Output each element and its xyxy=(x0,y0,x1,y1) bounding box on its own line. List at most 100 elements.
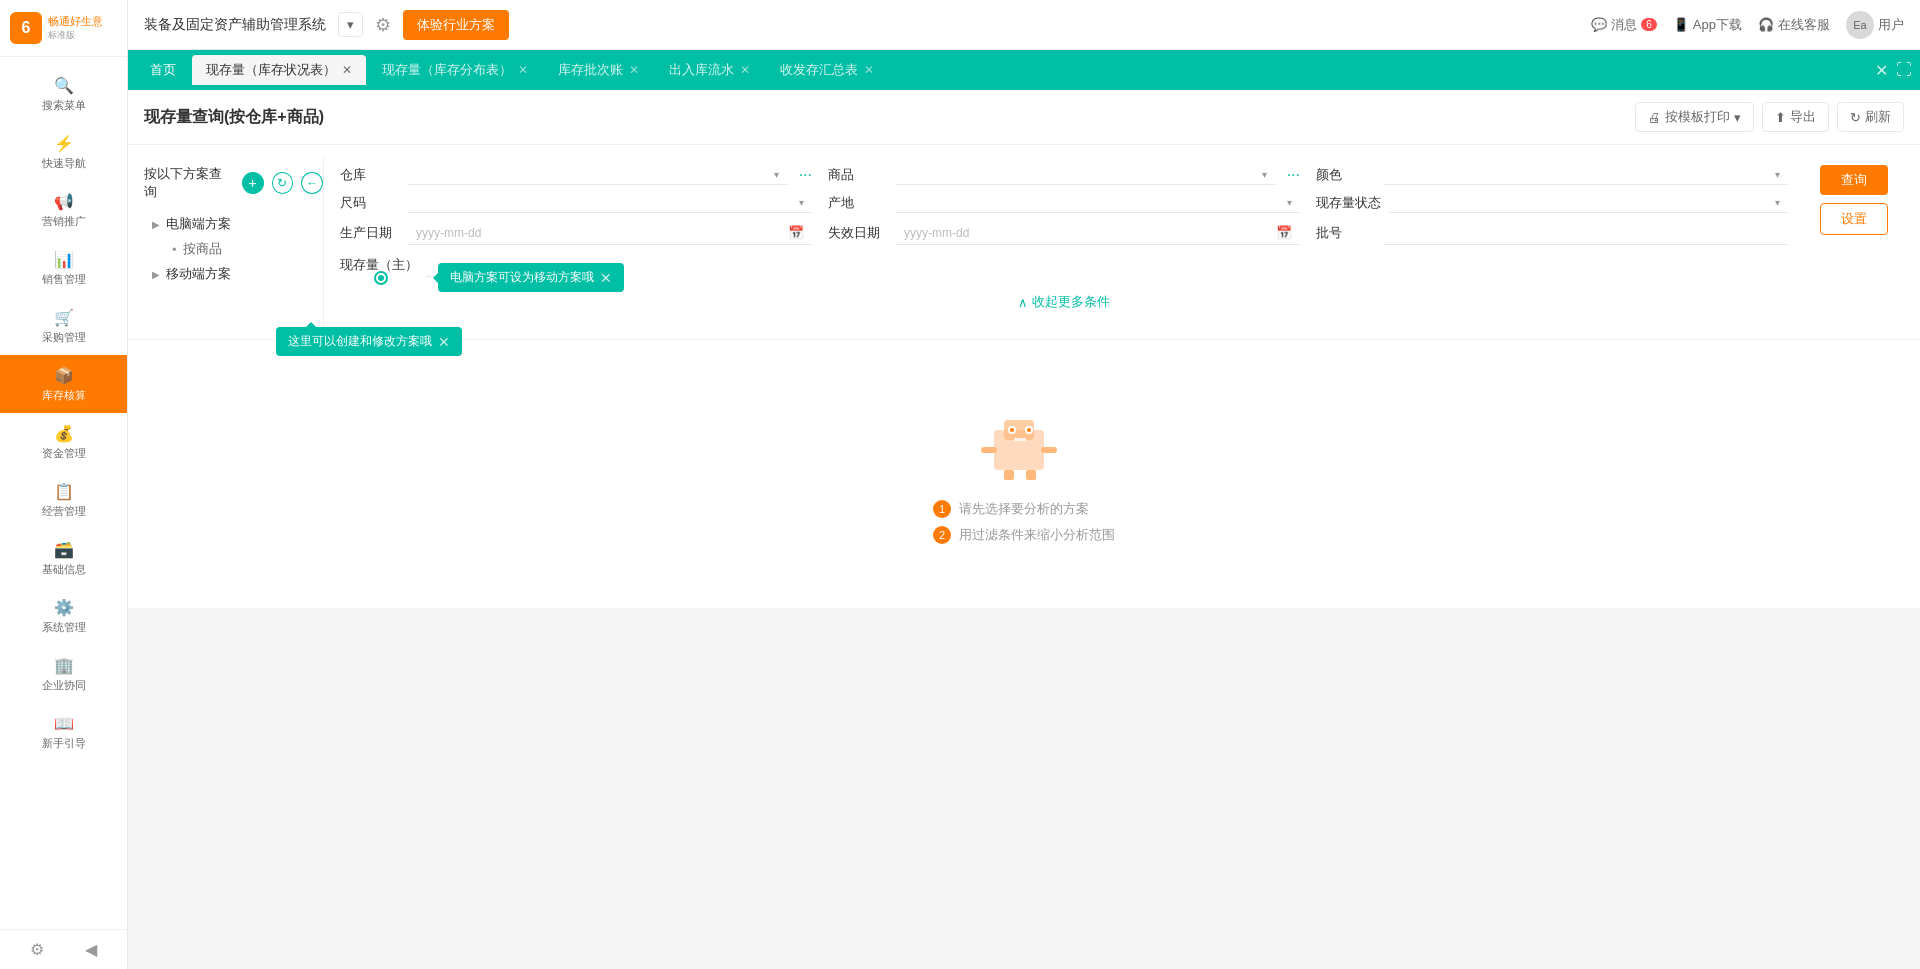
filter-back-button[interactable]: ← xyxy=(301,172,323,194)
experience-button[interactable]: 体验行业方案 xyxy=(403,10,509,40)
tab-actions: ✕ ⛶ xyxy=(1875,61,1912,80)
sidebar-label-sales: 销售管理 xyxy=(42,272,86,287)
base-icon: 🗃️ xyxy=(54,539,74,559)
origin-select[interactable]: ▾ xyxy=(896,193,1300,213)
tab-batch[interactable]: 库存批次账 ✕ xyxy=(544,55,653,85)
tooltip-1-close[interactable]: ✕ xyxy=(600,270,612,286)
filter-row-3: 生产日期 yyyy-mm-dd 📅 失效日期 yyyy-mm-dd xyxy=(340,221,1788,245)
sidebar-item-enterprise[interactable]: 🏢 企业协同 xyxy=(0,645,127,703)
sidebar-item-base[interactable]: 🗃️ 基础信息 xyxy=(0,529,127,587)
collapse-chevron-icon: ∧ xyxy=(1018,295,1028,310)
tab-flow[interactable]: 出入库流水 ✕ xyxy=(655,55,764,85)
tab-home[interactable]: 首页 xyxy=(136,55,190,85)
filter-refresh-button[interactable]: ↻ xyxy=(272,172,294,194)
tab-batch-close[interactable]: ✕ xyxy=(629,63,639,77)
tab-close-all-icon[interactable]: ✕ xyxy=(1875,61,1888,80)
batch-input[interactable] xyxy=(1384,221,1788,245)
sidebar: 6 畅通好生意 标准版 🔍 搜索菜单 ⚡ 快速导航 📢 营销推广 📊 销售管理 … xyxy=(0,0,128,969)
sidebar-item-guide[interactable]: 📖 新手引导 xyxy=(0,703,127,761)
search-button[interactable]: 查询 xyxy=(1820,165,1888,195)
export-button[interactable]: ⬆ 导出 xyxy=(1762,102,1829,132)
color-chevron: ▾ xyxy=(1775,169,1780,180)
filter-add-button[interactable]: + xyxy=(242,172,264,194)
stock-status-select[interactable]: ▾ xyxy=(1389,193,1788,213)
user-item[interactable]: Ea 用户 xyxy=(1846,11,1904,39)
step-1-num: 1 xyxy=(933,500,951,518)
enterprise-icon: 🏢 xyxy=(54,655,74,675)
product-filter: 商品 ▾ ··· xyxy=(828,165,1300,185)
size-filter: 尺码 ▾ xyxy=(340,193,812,213)
sidebar-label-enterprise: 企业协同 xyxy=(42,678,86,693)
size-select[interactable]: ▾ xyxy=(408,193,812,213)
sidebar-item-sales[interactable]: 📊 销售管理 xyxy=(0,239,127,297)
app-download-label: App下载 xyxy=(1693,16,1742,34)
filter-form: 仓库 ▾ ··· 商品 ▾ ··· xyxy=(324,157,1804,327)
tab-maximize-icon[interactable]: ⛶ xyxy=(1896,61,1912,79)
expiry-date-input[interactable]: yyyy-mm-dd 📅 xyxy=(896,221,1300,245)
tooltip-2-close[interactable]: ✕ xyxy=(438,334,450,350)
collapse-bottom-icon[interactable]: ◀ xyxy=(85,940,97,959)
settings-bottom-icon[interactable]: ⚙ xyxy=(30,940,44,959)
main-area: 装备及固定资产辅助管理系统 ▾ ⚙ 体验行业方案 💬 消息 6 📱 App下载 … xyxy=(128,0,1920,969)
headset-icon: 🎧 xyxy=(1758,17,1774,32)
print-icon: 🖨 xyxy=(1648,110,1661,125)
tab-bar: 首页 现存量（库存状况表） ✕ 现存量（库存分布表） ✕ 库存批次账 ✕ 出入库… xyxy=(128,50,1920,90)
product-dots[interactable]: ··· xyxy=(1287,166,1300,184)
color-select[interactable]: ▾ xyxy=(1384,165,1788,185)
tab-flow-label: 出入库流水 xyxy=(669,61,734,79)
operations-icon: 📋 xyxy=(54,481,74,501)
tab-inventory-status[interactable]: 现存量（库存状况表） ✕ xyxy=(192,55,366,85)
pc-scheme-item[interactable]: ▶ 电脑端方案 xyxy=(144,211,323,237)
empty-step-2: 2 用过滤条件来缩小分析范围 xyxy=(933,522,1115,548)
tab-inventory-dist-close[interactable]: ✕ xyxy=(518,63,528,77)
filter-section: 按以下方案查询 + ↻ ← ▶ 电脑端方案 xyxy=(128,145,1920,340)
quick-icon: ⚡ xyxy=(54,133,74,153)
sidebar-label-inventory: 库存核算 xyxy=(42,388,86,403)
warehouse-dots[interactable]: ··· xyxy=(799,166,812,184)
tab-flow-close[interactable]: ✕ xyxy=(740,63,750,77)
system-dropdown[interactable]: ▾ xyxy=(338,12,363,37)
export-label: 导出 xyxy=(1790,108,1816,126)
tab-inventory-dist[interactable]: 现存量（库存分布表） ✕ xyxy=(368,55,542,85)
header-settings-icon[interactable]: ⚙ xyxy=(375,14,391,36)
app-download-item[interactable]: 📱 App下载 xyxy=(1673,16,1742,34)
empty-state: 1 请先选择要分析的方案 2 用过滤条件来缩小分析范围 xyxy=(128,340,1920,608)
sidebar-item-system[interactable]: ⚙️ 系统管理 xyxy=(0,587,127,645)
tooltip-scheme-2: 这里可以创建和修改方案哦 ✕ xyxy=(276,327,462,356)
pc-sub-item-product[interactable]: • 按商品 xyxy=(164,237,323,261)
phone-icon: 📱 xyxy=(1673,17,1689,32)
print-button[interactable]: 🖨 按模板打印 ▾ xyxy=(1635,102,1754,132)
header-left: 装备及固定资产辅助管理系统 ▾ ⚙ 体验行业方案 xyxy=(144,10,509,40)
tooltip-2-text: 这里可以创建和修改方案哦 xyxy=(288,333,432,350)
filter-settings-button[interactable]: 设置 xyxy=(1820,203,1888,235)
production-date-calendar-icon[interactable]: 📅 xyxy=(788,225,804,240)
online-support-label: 在线客服 xyxy=(1778,16,1830,34)
tab-summary-close[interactable]: ✕ xyxy=(864,63,874,77)
sidebar-item-operations[interactable]: 📋 经营管理 xyxy=(0,471,127,529)
stock-label: 现存量（主） xyxy=(340,256,418,274)
mobile-scheme-item[interactable]: ▶ 移动端方案 xyxy=(144,261,323,287)
tab-inventory-status-close[interactable]: ✕ xyxy=(342,63,352,77)
product-select[interactable]: ▾ xyxy=(896,165,1275,185)
messages-item[interactable]: 💬 消息 6 xyxy=(1591,16,1657,34)
sidebar-label-base: 基础信息 xyxy=(42,562,86,577)
warehouse-select[interactable]: ▾ xyxy=(408,165,787,185)
sidebar-item-inventory[interactable]: 📦 库存核算 xyxy=(0,355,127,413)
refresh-button[interactable]: ↻ 刷新 xyxy=(1837,102,1904,132)
tab-summary[interactable]: 收发存汇总表 ✕ xyxy=(766,55,888,85)
sidebar-bottom: ⚙ ◀ xyxy=(0,929,127,969)
sidebar-item-search[interactable]: 🔍 搜索菜单 xyxy=(0,65,127,123)
pc-scheme-label: 电脑端方案 xyxy=(166,215,231,233)
empty-icon xyxy=(974,400,1074,480)
sidebar-item-quick[interactable]: ⚡ 快速导航 xyxy=(0,123,127,181)
online-support-item[interactable]: 🎧 在线客服 xyxy=(1758,16,1830,34)
sidebar-item-marketing[interactable]: 📢 营销推广 xyxy=(0,181,127,239)
sidebar-item-purchase[interactable]: 🛒 采购管理 xyxy=(0,297,127,355)
search-btn-group: 查询 设置 xyxy=(1804,157,1904,327)
sidebar-item-finance[interactable]: 💰 资金管理 xyxy=(0,413,127,471)
color-label: 颜色 xyxy=(1316,166,1376,184)
svg-rect-9 xyxy=(1004,470,1014,480)
production-date-label: 生产日期 xyxy=(340,224,400,242)
expiry-date-calendar-icon[interactable]: 📅 xyxy=(1276,225,1292,240)
production-date-input[interactable]: yyyy-mm-dd 📅 xyxy=(408,221,812,245)
